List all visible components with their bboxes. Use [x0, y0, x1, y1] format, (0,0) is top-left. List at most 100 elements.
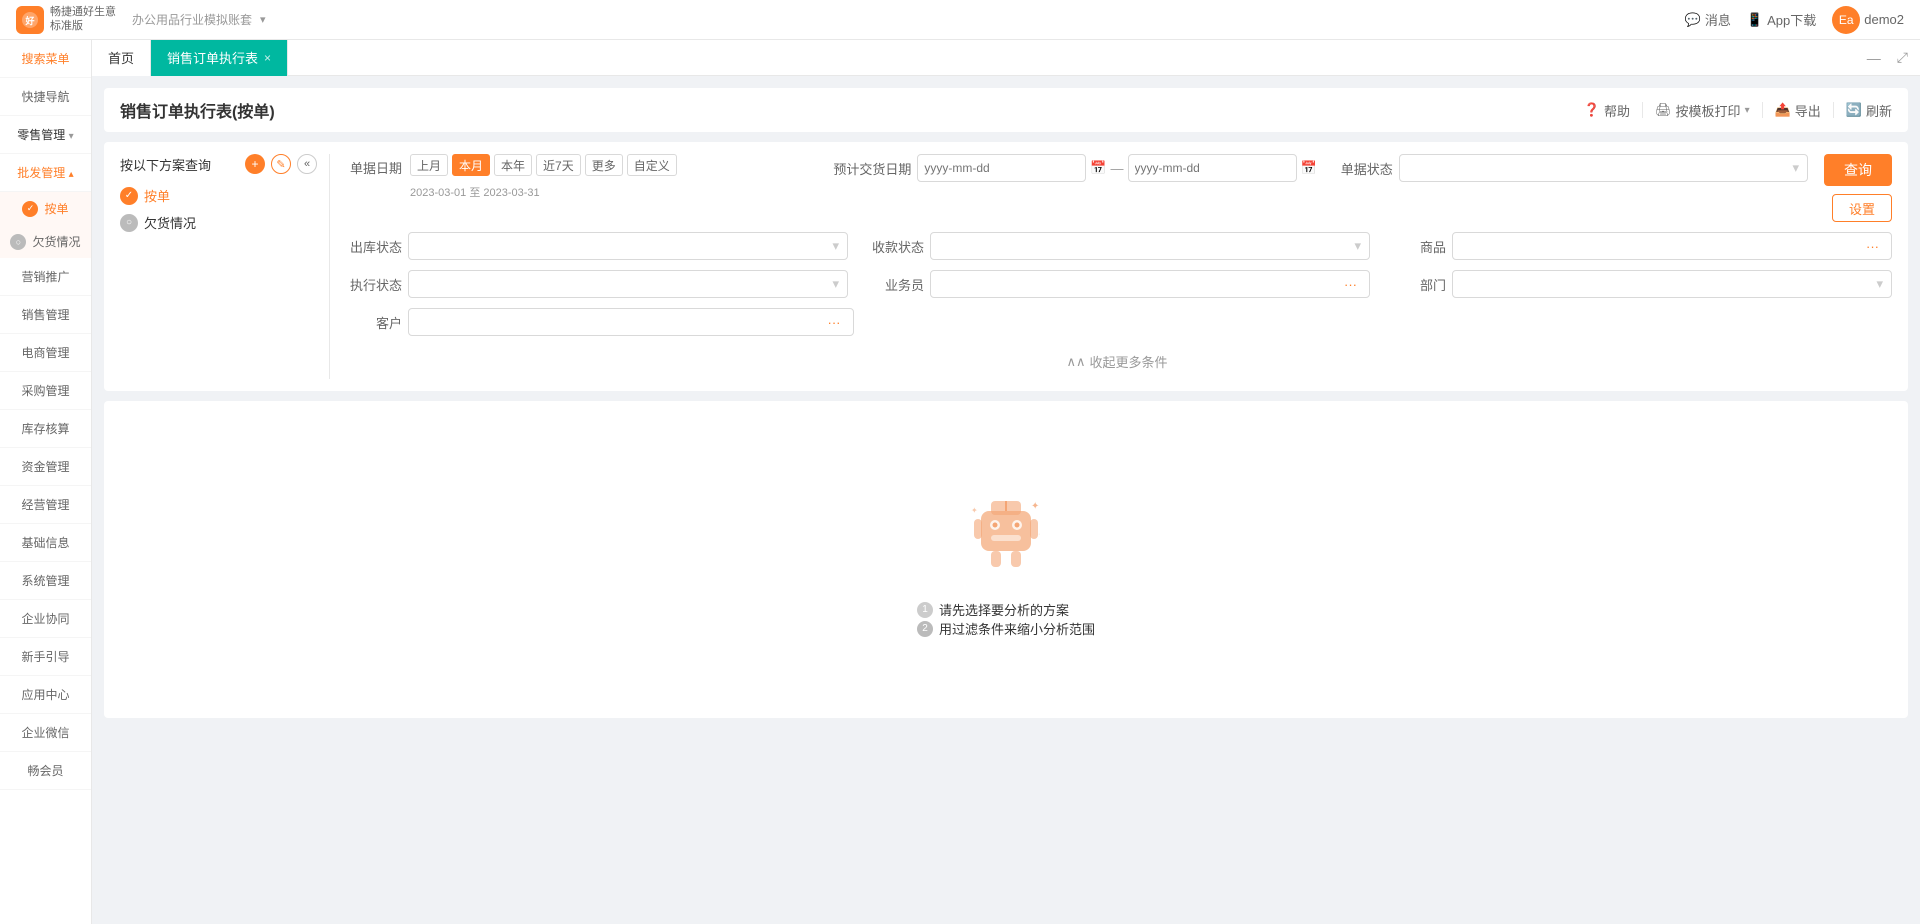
scheme-item-order[interactable]: ✓ 按单: [120, 182, 317, 209]
action-divider-1: [1642, 102, 1643, 118]
order-icon: ✓: [22, 201, 38, 217]
collapse-up-icon: ∧∧: [1066, 354, 1085, 370]
print-button[interactable]: 🖨 按模板打印 ▾: [1655, 101, 1750, 120]
filter-scheme-header: 按以下方案查询 + ✎ «: [120, 154, 317, 174]
collapse-icon: «: [304, 158, 310, 170]
edit-scheme-btn[interactable]: ✎: [271, 154, 291, 174]
receipt-status-select[interactable]: ▾: [930, 232, 1370, 260]
sidebar-item-member[interactable]: 畅会员: [0, 752, 91, 790]
tab-home[interactable]: 首页: [92, 40, 151, 76]
svg-text:✦: ✦: [971, 506, 978, 515]
sidebar-item-basic-info[interactable]: 基础信息: [0, 524, 91, 562]
goods-more-btn[interactable]: ···: [1862, 239, 1883, 254]
dept-group: 部门 ▾: [1386, 270, 1892, 298]
query-button[interactable]: 查询: [1824, 154, 1892, 186]
page-header: 销售订单执行表(按单) ❓ 帮助 🖨 按模板打印 ▾ 📤: [104, 88, 1908, 132]
sidebar-sub-item-order[interactable]: ✓ 按单: [0, 192, 91, 225]
sidebar-item-wholesale[interactable]: 批发管理 ▴: [0, 154, 91, 192]
edit-icon: ✎: [276, 158, 285, 171]
salesman-label: 业务员: [864, 275, 924, 294]
app-icon: 📱: [1747, 12, 1763, 28]
receipt-status-dropdown-icon: ▾: [1354, 238, 1361, 254]
user-area[interactable]: Ea demo2: [1832, 6, 1904, 34]
sidebar: 搜索菜单 快捷导航 零售管理 ▾ 批发管理 ▴ ✓ 按单 ○ 欠货情况 营销推广…: [0, 40, 92, 924]
add-scheme-btn[interactable]: +: [245, 154, 265, 174]
goods-label: 商品: [1386, 237, 1446, 256]
tab-minimize-btn[interactable]: —: [1863, 46, 1885, 70]
date-cal-icon-1[interactable]: 📅: [1090, 160, 1106, 176]
expected-date-from[interactable]: [917, 154, 1086, 182]
filter-panel: 按以下方案查询 + ✎ «: [104, 142, 1908, 391]
help-button[interactable]: ❓ 帮助: [1584, 101, 1630, 120]
content-area: 首页 销售订单执行表 × — ⤢ 销售订单执行表(按单) ❓ 帮助: [92, 40, 1920, 924]
sidebar-sub-item-shortage[interactable]: ○ 欠货情况: [0, 225, 91, 258]
customer-group: 客户 ···: [342, 308, 854, 336]
tab-close-icon[interactable]: ×: [264, 51, 271, 65]
main-wrapper: 搜索菜单 快捷导航 零售管理 ▾ 批发管理 ▴ ✓ 按单 ○ 欠货情况 营销推广…: [0, 40, 1920, 924]
sidebar-item-app-center[interactable]: 应用中心: [0, 676, 91, 714]
settings-button[interactable]: 设置: [1832, 194, 1892, 222]
empty-illustration: ✦ ✦ ·: [956, 481, 1056, 581]
sidebar-item-enterprise-wechat[interactable]: 企业微信: [0, 714, 91, 752]
export-button[interactable]: 📤 导出: [1775, 101, 1821, 120]
sidebar-item-enterprise[interactable]: 企业协同: [0, 600, 91, 638]
customer-more-btn[interactable]: ···: [824, 315, 845, 330]
export-icon: 📤: [1775, 102, 1791, 118]
refresh-button[interactable]: 🔄 刷新: [1846, 101, 1892, 120]
status-group: 单据状态 ▾: [1333, 154, 1808, 182]
dept-select[interactable]: ▾: [1452, 270, 1892, 298]
tabs-right: — ⤢: [1863, 45, 1920, 70]
expected-date-to[interactable]: [1128, 154, 1297, 182]
tab-sales-order[interactable]: 销售订单执行表 ×: [151, 40, 288, 76]
out-status-label: 出库状态: [342, 237, 402, 256]
exec-status-select[interactable]: ▾: [408, 270, 848, 298]
sidebar-item-ecommerce[interactable]: 电商管理: [0, 334, 91, 372]
date-btn-custom[interactable]: 自定义: [627, 154, 677, 176]
action-divider-3: [1833, 102, 1834, 118]
collapse-button[interactable]: ∧∧ 收起更多条件: [342, 344, 1892, 379]
empty-state: ✦ ✦ · 1 请先选择要分析的方案 2 用过滤条件来缩小分析范围: [104, 401, 1908, 718]
date-btn-7days[interactable]: 近7天: [536, 154, 581, 176]
sidebar-search-menu[interactable]: 搜索菜单: [0, 40, 91, 78]
message-icon: 💬: [1685, 12, 1701, 28]
out-status-select[interactable]: ▾: [408, 232, 848, 260]
dept-dropdown-icon: ▾: [1876, 276, 1883, 292]
sidebar-item-newbie[interactable]: 新手引导: [0, 638, 91, 676]
top-bar-right: 💬 消息 📱 App下载 Ea demo2: [1685, 6, 1904, 34]
date-btn-more[interactable]: 更多: [585, 154, 623, 176]
salesman-more-btn[interactable]: ···: [1340, 277, 1361, 292]
message-button[interactable]: 💬 消息: [1685, 10, 1731, 29]
sidebar-item-inventory[interactable]: 库存核算: [0, 410, 91, 448]
tab-maximize-btn[interactable]: ⤢: [1893, 45, 1912, 70]
help-icon: ❓: [1584, 102, 1600, 118]
scheme-icons: + ✎ «: [245, 154, 317, 174]
scheme-shortage-icon: ○: [120, 214, 138, 232]
sidebar-item-quick-nav[interactable]: 快捷导航: [0, 78, 91, 116]
sidebar-item-operations[interactable]: 经营管理: [0, 486, 91, 524]
empty-tip-2: 2 用过滤条件来缩小分析范围: [917, 619, 1095, 638]
receipt-status-group: 收款状态 ▾: [864, 232, 1370, 260]
sidebar-item-retail[interactable]: 零售管理 ▾: [0, 116, 91, 154]
scheme-label: 按以下方案查询: [120, 155, 211, 174]
scheme-shortage-label: 欠货情况: [144, 213, 196, 232]
sidebar-item-finance[interactable]: 资金管理: [0, 448, 91, 486]
sidebar-item-marketing[interactable]: 营销推广: [0, 258, 91, 296]
app-download-button[interactable]: 📱 App下载: [1747, 10, 1816, 29]
title-dropdown-icon[interactable]: ▾: [260, 13, 266, 26]
date-cal-icon-2[interactable]: 📅: [1301, 160, 1317, 176]
sidebar-item-system[interactable]: 系统管理: [0, 562, 91, 600]
date-btn-last-month[interactable]: 上月: [410, 154, 448, 176]
date-btn-this-year[interactable]: 本年: [494, 154, 532, 176]
customer-label: 客户: [342, 313, 402, 332]
scheme-item-shortage[interactable]: ○ 欠货情况: [120, 209, 317, 236]
sidebar-item-sales[interactable]: 销售管理: [0, 296, 91, 334]
tab-sales-order-label: 销售订单执行表: [167, 48, 258, 67]
sidebar-item-purchase[interactable]: 采购管理: [0, 372, 91, 410]
action-divider-2: [1762, 102, 1763, 118]
status-dropdown-icon: ▾: [1792, 160, 1799, 176]
status-select[interactable]: ▾: [1399, 154, 1808, 182]
expected-date-label: 预计交货日期: [833, 159, 911, 178]
date-btn-this-month[interactable]: 本月: [452, 154, 490, 176]
collapse-scheme-btn[interactable]: «: [297, 154, 317, 174]
top-bar-title-text: 办公用品行业模拟账套: [132, 11, 252, 28]
